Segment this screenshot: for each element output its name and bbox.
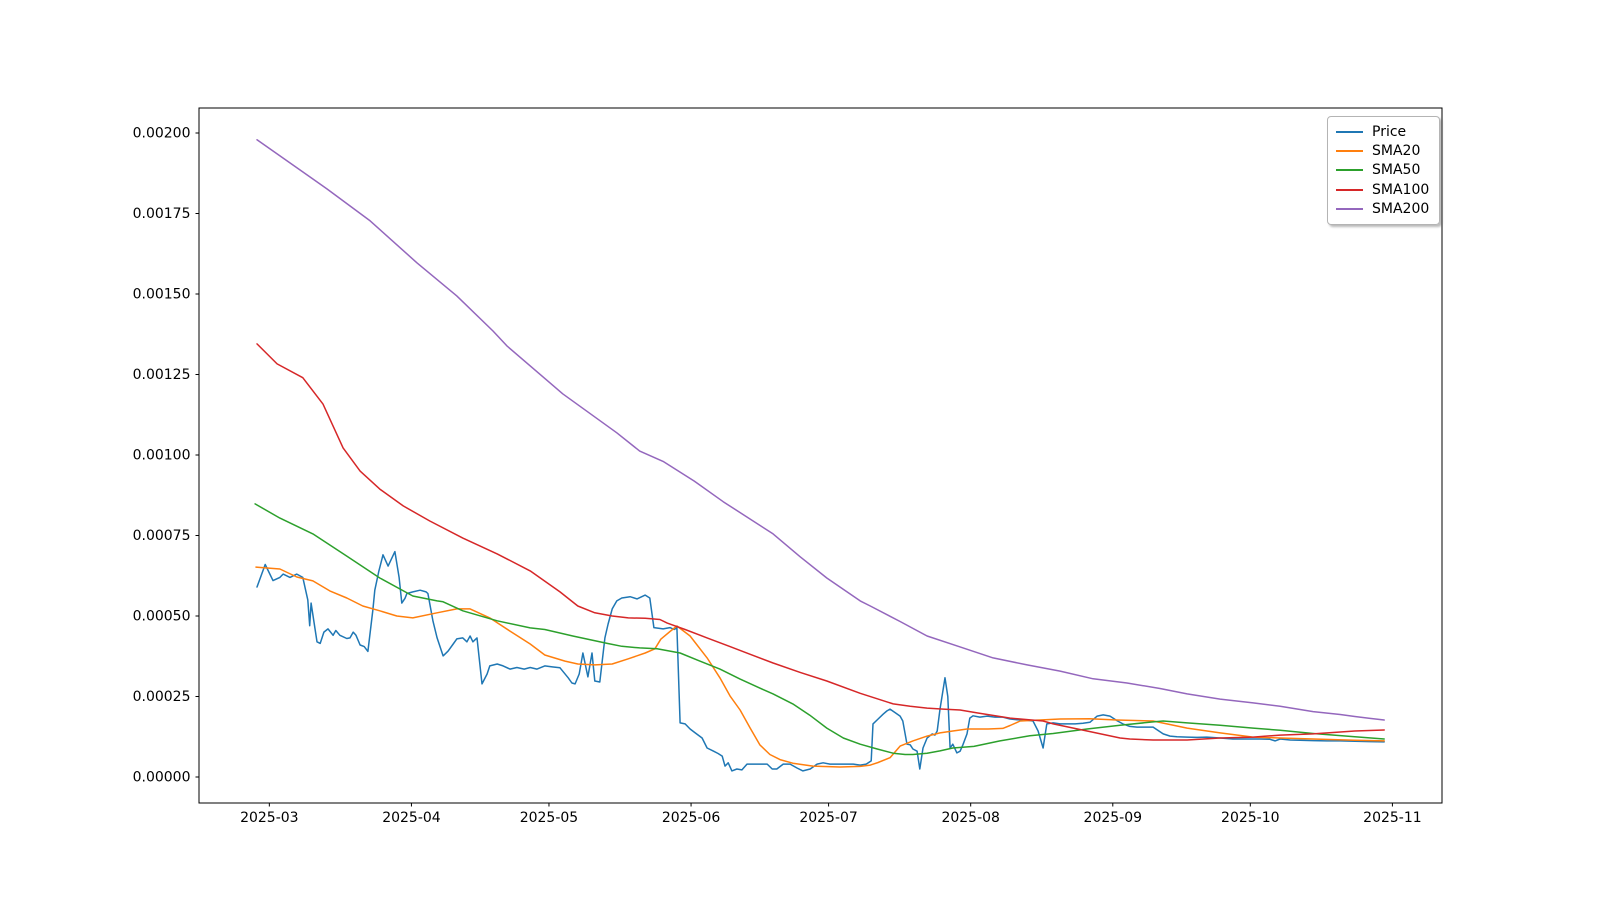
y-tick-label: 0.00200 xyxy=(133,126,191,142)
legend-label-sma50: SMA50 xyxy=(1372,162,1421,179)
y-tick-label: 0.00150 xyxy=(133,287,191,303)
legend-label-price: Price xyxy=(1372,123,1407,140)
x-tick-label: 2025-06 xyxy=(662,810,721,826)
x-tick-label: 2025-11 xyxy=(1363,810,1422,826)
legend: Price SMA20 SMA50 SMA100 SMA200 xyxy=(1327,116,1440,225)
plot-frame xyxy=(198,107,1443,804)
legend-item-sma20: SMA20 xyxy=(1336,141,1435,160)
legend-item-sma100: SMA100 xyxy=(1336,180,1435,199)
legend-item-price: Price xyxy=(1336,122,1435,141)
x-tick-label: 2025-07 xyxy=(799,810,858,826)
x-tick-label: 2025-09 xyxy=(1084,810,1143,826)
legend-label-sma100: SMA100 xyxy=(1372,181,1430,198)
sma20-line-swatch xyxy=(1336,150,1363,153)
y-tick-label: 0.00075 xyxy=(133,528,191,544)
legend-label-sma200: SMA200 xyxy=(1372,201,1430,218)
legend-item-sma50: SMA50 xyxy=(1336,161,1435,180)
price-line-swatch xyxy=(1336,130,1363,133)
x-tick-label: 2025-08 xyxy=(941,810,1000,826)
figure: 0.00000 0.00025 0.00050 0.00075 0.00100 0.001… xyxy=(0,0,1600,900)
y-tick-label: 0.00175 xyxy=(133,206,191,222)
y-tick-label: 0.00050 xyxy=(133,609,191,625)
x-tick-label: 2025-05 xyxy=(520,810,579,826)
x-tick-label: 2025-03 xyxy=(240,810,299,826)
x-tick-label: 2025-10 xyxy=(1221,810,1280,826)
sma50-line-swatch xyxy=(1336,169,1363,172)
y-tick-label: 0.00100 xyxy=(133,448,191,464)
x-tick-label: 2025-04 xyxy=(382,810,441,826)
sma200-line-swatch xyxy=(1336,208,1363,211)
y-tick-label: 0.00025 xyxy=(133,689,191,705)
legend-label-sma20: SMA20 xyxy=(1372,143,1421,160)
y-tick-label: 0.00125 xyxy=(133,367,191,383)
sma100-line-swatch xyxy=(1336,188,1363,191)
y-tick-label: 0.00000 xyxy=(133,770,191,786)
legend-item-sma200: SMA200 xyxy=(1336,200,1435,219)
